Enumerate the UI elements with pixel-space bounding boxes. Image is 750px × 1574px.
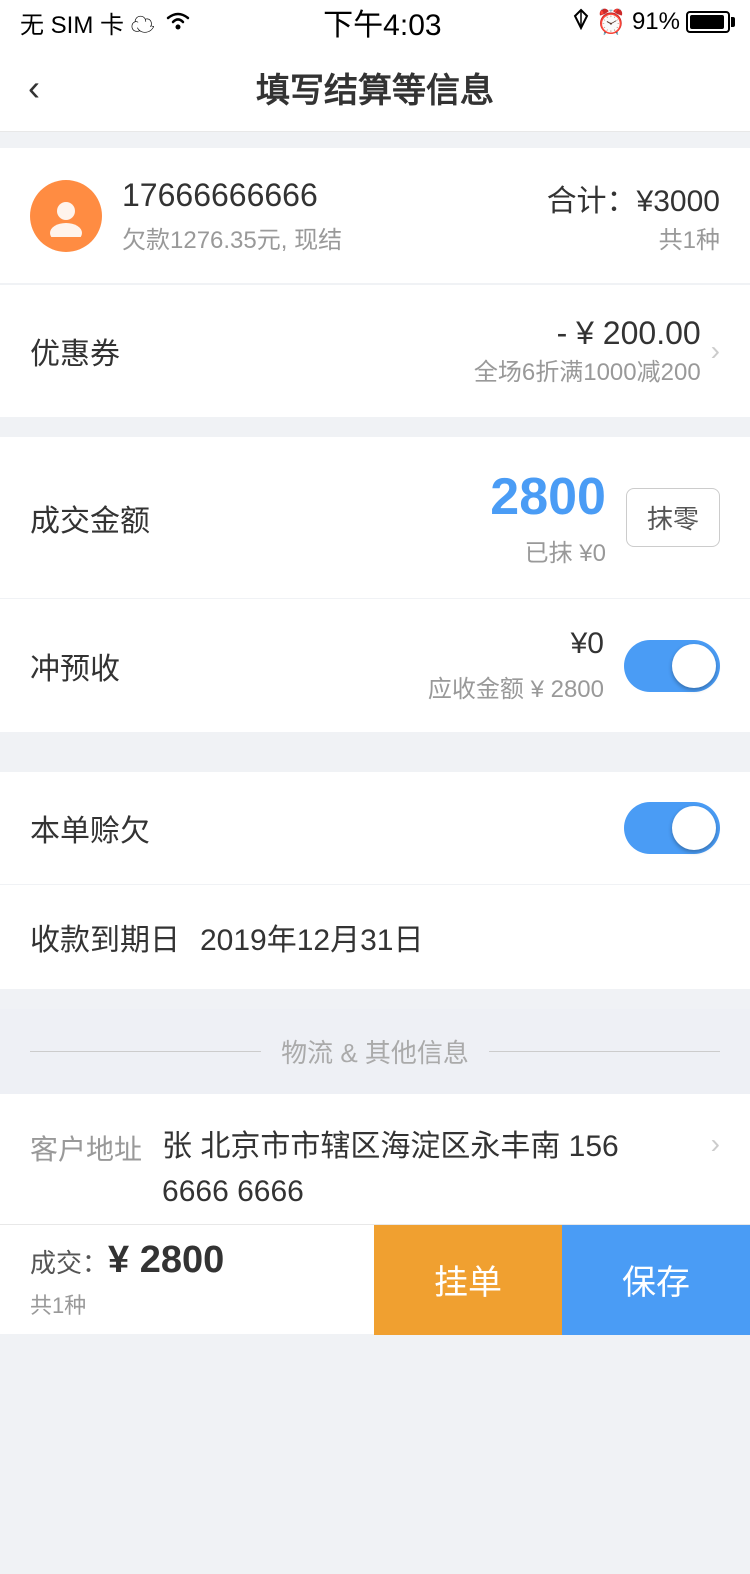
amount-section: 成交金额 2800 已抹 ¥0 抹零	[0, 437, 750, 598]
customer-debt: 欠款1276.35元, 现结	[122, 220, 342, 255]
amount-sub: 已抹 ¥0	[490, 533, 606, 568]
bottom-total-amount: ¥ 2800	[108, 1239, 224, 1281]
prepaid-value: ¥0	[571, 627, 604, 661]
bottom-total-label: 成交：¥ 2800	[30, 1239, 344, 1282]
back-button[interactable]: ‹	[28, 67, 40, 109]
nav-title: 填写结算等信息	[256, 63, 494, 112]
logistics-line-left	[30, 1051, 261, 1052]
battery-percent: 91%	[632, 8, 680, 36]
status-bar: 无 SIM 卡 ☁ 下午4:03 ⏰ 91%	[0, 0, 750, 44]
battery-icon	[686, 11, 730, 33]
customer-count: 共1种	[547, 220, 720, 255]
logistics-text: 物流 & 其他信息	[281, 1033, 469, 1070]
address-value: 张 北京市市辖区海淀区永丰南 156 6666 6666	[162, 1124, 691, 1214]
debt-toggle[interactable]	[624, 802, 720, 854]
section-gap-1	[0, 417, 750, 437]
round-off-button[interactable]: 抹零	[626, 488, 720, 547]
status-time: 下午4:03	[323, 0, 441, 44]
customer-info: 17666666666 欠款1276.35元, 现结	[122, 177, 342, 255]
bottom-left: 成交：¥ 2800 共1种	[0, 1239, 374, 1320]
no-sim-text: 无 SIM 卡 ☁	[20, 5, 155, 40]
coupon-right: - ¥ 200.00 全场6折满1000减200 ›	[474, 315, 720, 387]
customer-phone: 17666666666	[122, 177, 342, 214]
content: 17666666666 欠款1276.35元, 现结 合计：¥3000 共1种 …	[0, 148, 750, 1574]
logistics-separator: 物流 & 其他信息	[0, 1009, 750, 1094]
due-label: 收款到期日	[30, 915, 180, 959]
prepaid-label: 冲预收	[30, 644, 120, 688]
amount-right: 2800 已抹 ¥0 抹零	[490, 467, 720, 568]
coupon-row[interactable]: 优惠券 - ¥ 200.00 全场6折满1000减200 ›	[0, 285, 750, 417]
alarm-icon: ⏰	[596, 8, 626, 37]
prepaid-sub: 应收金额 ¥ 2800	[428, 669, 604, 704]
logistics-line-right	[489, 1051, 720, 1052]
amount-row: 成交金额 2800 已抹 ¥0 抹零	[30, 437, 720, 598]
address-section[interactable]: 客户地址 张 北京市市辖区海淀区永丰南 156 6666 6666 ›	[0, 1094, 750, 1244]
customer-right: 合计：¥3000 共1种	[547, 176, 720, 255]
status-right: ⏰ 91%	[572, 8, 730, 37]
customer-card: 17666666666 欠款1276.35元, 现结 合计：¥3000 共1种	[0, 148, 750, 283]
save-button[interactable]: 保存	[562, 1225, 750, 1335]
prepaid-row: 冲预收 ¥0 应收金额 ¥ 2800	[0, 598, 750, 732]
coupon-arrow-icon: ›	[711, 335, 720, 367]
prepaid-toggle[interactable]	[624, 640, 720, 692]
coupon-label: 优惠券	[30, 329, 120, 373]
debt-section: 本单赊欠	[0, 772, 750, 884]
due-value: 2019年12月31日	[200, 915, 423, 959]
section-gap-3	[0, 989, 750, 1009]
due-section: 收款到期日 2019年12月31日	[0, 884, 750, 989]
toggle-knob	[672, 644, 716, 688]
customer-total: 合计：¥3000	[547, 176, 720, 220]
bottom-count: 共1种	[30, 1288, 344, 1320]
address-arrow-icon: ›	[711, 1124, 720, 1160]
prepaid-right: ¥0 应收金额 ¥ 2800	[428, 627, 720, 704]
debt-label: 本单赊欠	[30, 806, 150, 850]
hang-button[interactable]: 挂单	[374, 1225, 562, 1335]
avatar	[30, 180, 102, 252]
debt-toggle-knob	[672, 806, 716, 850]
coupon-desc: 全场6折满1000减200	[474, 352, 701, 387]
bottom-bar: 成交：¥ 2800 共1种 挂单 保存	[0, 1224, 750, 1334]
amount-label: 成交金额	[30, 496, 150, 540]
amount-value: 2800	[490, 467, 606, 527]
wifi-icon	[163, 8, 193, 37]
coupon-amount: - ¥ 200.00	[474, 315, 701, 352]
customer-left: 17666666666 欠款1276.35元, 现结	[30, 177, 342, 255]
location-icon	[572, 8, 590, 37]
status-left: 无 SIM 卡 ☁	[20, 5, 193, 40]
section-gap-2	[0, 732, 750, 752]
address-label: 客户地址	[30, 1124, 142, 1168]
nav-bar: ‹ 填写结算等信息	[0, 44, 750, 132]
